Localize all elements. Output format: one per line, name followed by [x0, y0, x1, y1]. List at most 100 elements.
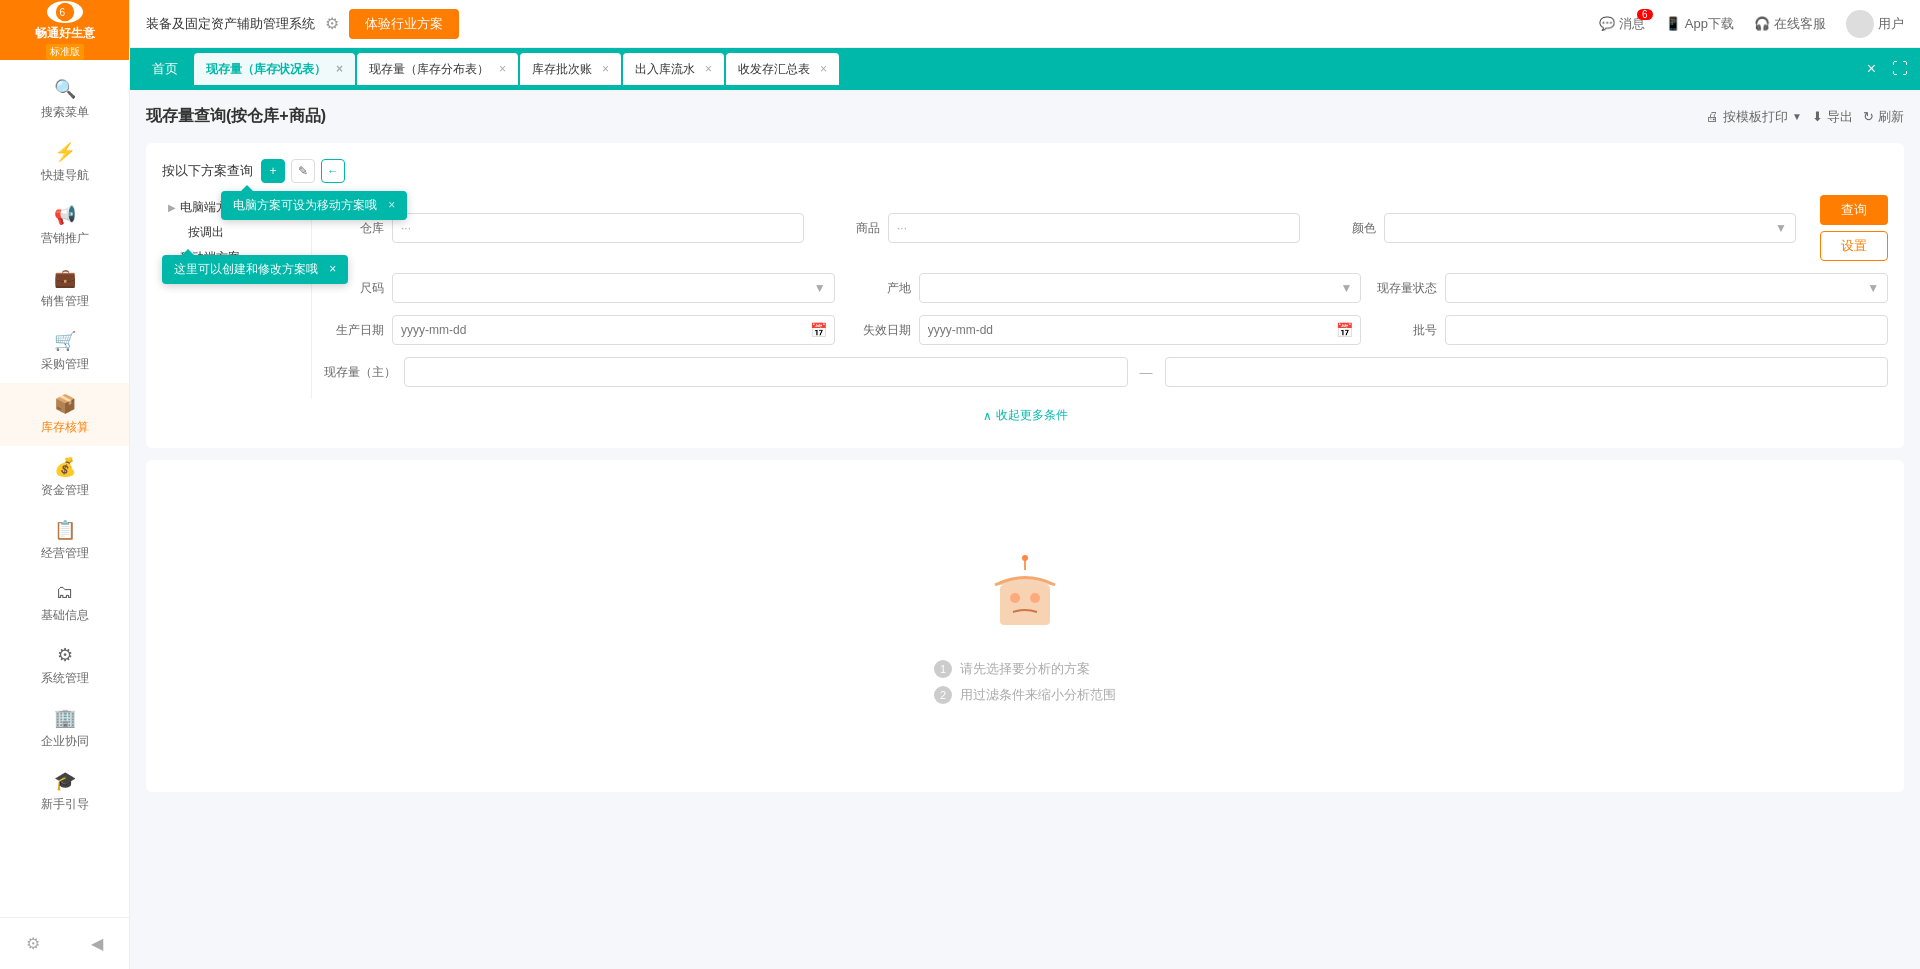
tab-summary[interactable]: 收发存汇总表 × — [726, 53, 839, 85]
app-download-btn[interactable]: 📱 App下载 — [1665, 15, 1734, 33]
search-icon: 🔍 — [54, 78, 76, 100]
sidebar-item-guide[interactable]: 🎓 新手引导 — [0, 760, 129, 823]
expand-btn[interactable]: ⛶ — [1888, 56, 1912, 82]
form-row-4: 现存量（主） — — [324, 357, 1888, 387]
tab-batch-ledger-close[interactable]: × — [602, 62, 609, 76]
stock-status-select[interactable]: ▼ — [1445, 273, 1888, 303]
sidebar-bottom: ⚙ ◀ — [0, 917, 129, 969]
stock-status-arrow: ▼ — [1867, 281, 1879, 295]
system-name: 装备及固定资产辅助管理系统 — [146, 15, 315, 33]
app-tag: 标准版 — [46, 44, 84, 60]
scheme-section: ▶ 电脑端方案 按调出 ▶ 移动端方案 这里可以创建和修改方案哦 — [162, 195, 312, 399]
sidebar-item-finance[interactable]: 💰 资金管理 — [0, 446, 129, 509]
stock-main-max-input[interactable] — [1165, 357, 1889, 387]
warehouse-more: ··· — [401, 221, 411, 235]
scheme-create-tooltip-close[interactable]: × — [329, 262, 336, 276]
collapse-sidebar-btn[interactable]: ◀ — [85, 928, 109, 959]
tab-inventory-dist-close[interactable]: × — [499, 62, 506, 76]
refresh-btn[interactable]: ↻ 刷新 — [1863, 108, 1904, 126]
tab-flow[interactable]: 出入库流水 × — [623, 53, 724, 85]
sidebar-item-quick[interactable]: ⚡ 快捷导航 — [0, 131, 129, 194]
settings-bottom-btn[interactable]: ⚙ — [20, 928, 46, 959]
settings-btn[interactable]: 设置 — [1820, 231, 1888, 261]
sidebar-item-base[interactable]: 🗂 基础信息 — [0, 572, 129, 634]
tabbar-right: × ⛶ — [1863, 56, 1912, 82]
trial-btn[interactable]: 体验行业方案 — [349, 9, 459, 39]
add-scheme-btn[interactable]: + — [261, 159, 285, 183]
form-row-2: 尺码 ▼ 产地 ▼ — [324, 273, 1888, 303]
app-name: 畅通好生意 — [35, 25, 95, 42]
color-select[interactable]: ▼ — [1384, 213, 1796, 243]
tab-batch-ledger[interactable]: 库存批次账 × — [520, 53, 621, 85]
home-tab[interactable]: 首页 — [138, 53, 192, 85]
collapse-icon: ∧ — [983, 409, 992, 423]
sidebar: 6 畅通好生意 标准版 🔍 搜索菜单 ⚡ 快捷导航 📢 营销推广 💼 销售管理 … — [0, 0, 130, 969]
close-all-tabs-btn[interactable]: × — [1863, 56, 1880, 82]
tab-inventory-status-close[interactable]: × — [336, 62, 343, 76]
sidebar-item-system[interactable]: ⚙ 系统管理 — [0, 634, 129, 697]
empty-icon — [975, 540, 1075, 640]
sidebar-nav: 🔍 搜索菜单 ⚡ 快捷导航 📢 营销推广 💼 销售管理 🛒 采购管理 📦 库存核… — [0, 60, 129, 917]
export-btn[interactable]: ⬇ 导出 — [1812, 108, 1853, 126]
message-icon: 💬 — [1599, 16, 1615, 31]
warehouse-select[interactable]: ··· — [392, 213, 804, 243]
stock-status-label: 现存量状态 — [1377, 280, 1437, 297]
origin-select[interactable]: ▼ — [919, 273, 1362, 303]
expiry-date-field: 失效日期 📅 — [851, 315, 1362, 345]
sidebar-item-enterprise[interactable]: 🏢 企业协同 — [0, 697, 129, 760]
step-2-text: 用过滤条件来缩小分析范围 — [960, 686, 1116, 704]
back-btn[interactable]: ← — [321, 159, 345, 183]
empty-state: 1 请先选择要分析的方案 2 用过滤条件来缩小分析范围 — [146, 460, 1904, 792]
stock-main-min-input[interactable] — [404, 357, 1128, 387]
search-header-actions: + 电脑方案可设为移动方案哦 × ✎ ← — [261, 159, 345, 183]
sidebar-item-search[interactable]: 🔍 搜索菜单 — [0, 68, 129, 131]
scheme-sub-item[interactable]: 按调出 — [182, 220, 301, 245]
tab-inventory-status-label: 现存量（库存状况表） — [206, 61, 326, 78]
product-select[interactable]: ··· — [888, 213, 1300, 243]
production-date-input[interactable] — [392, 315, 835, 345]
expiry-date-wrap: 📅 — [919, 315, 1362, 345]
enterprise-icon: 🏢 — [54, 707, 76, 729]
tab-summary-label: 收发存汇总表 — [738, 61, 810, 78]
logo-icon: 6 — [47, 1, 83, 23]
sidebar-item-operations[interactable]: 📋 经营管理 — [0, 509, 129, 572]
batch-input[interactable] — [1445, 315, 1888, 345]
color-label: 颜色 — [1316, 220, 1376, 237]
form-row-1: 仓库 ··· 商品 ··· — [324, 195, 1888, 261]
finance-icon: 💰 — [54, 456, 76, 478]
print-arrow-icon: ▼ — [1792, 111, 1802, 122]
svg-rect-2 — [1000, 585, 1050, 625]
sidebar-item-marketing[interactable]: 📢 营销推广 — [0, 194, 129, 257]
user-btn[interactable]: 用户 — [1846, 10, 1904, 38]
size-arrow: ▼ — [814, 281, 826, 295]
pc-scheme-tooltip-close[interactable]: × — [388, 198, 395, 212]
user-label: 用户 — [1878, 15, 1904, 33]
sidebar-item-purchase[interactable]: 🛒 采购管理 — [0, 320, 129, 383]
expiry-date-input[interactable] — [919, 315, 1362, 345]
size-select[interactable]: ▼ — [392, 273, 835, 303]
avatar — [1846, 10, 1874, 38]
online-service-btn[interactable]: 🎧 在线客服 — [1754, 15, 1826, 33]
edit-scheme-btn[interactable]: ✎ — [291, 159, 315, 183]
gear-icon[interactable]: ⚙ — [325, 14, 339, 33]
tab-flow-close[interactable]: × — [705, 62, 712, 76]
product-label: 商品 — [820, 220, 880, 237]
svg-point-3 — [1010, 593, 1020, 603]
tab-inventory-status[interactable]: 现存量（库存状况表） × — [194, 53, 355, 85]
message-btn[interactable]: 💬 消息 6 — [1599, 15, 1645, 33]
sidebar-item-sales[interactable]: 💼 销售管理 — [0, 257, 129, 320]
sidebar-item-inventory[interactable]: 📦 库存核算 — [0, 383, 129, 446]
pc-scheme-sub: 按调出 — [162, 220, 301, 245]
tab-summary-close[interactable]: × — [820, 62, 827, 76]
collapse-bar[interactable]: ∧ 收起更多条件 — [162, 399, 1888, 432]
scheme-create-tooltip: 这里可以创建和修改方案哦 × — [162, 255, 348, 284]
pc-scheme-tooltip: 电脑方案可设为移动方案哦 × — [221, 191, 407, 220]
step-2-num: 2 — [934, 686, 952, 704]
search-body: ▶ 电脑端方案 按调出 ▶ 移动端方案 这里可以创建和修改方案哦 — [162, 195, 1888, 399]
service-label: 在线客服 — [1774, 15, 1826, 33]
tab-inventory-dist[interactable]: 现存量（库存分布表） × — [357, 53, 518, 85]
query-btn[interactable]: 查询 — [1820, 195, 1888, 225]
app-icon: 📱 — [1665, 16, 1681, 31]
print-template-btn[interactable]: 🖨 按模板打印 ▼ — [1706, 108, 1802, 126]
tab-flow-label: 出入库流水 — [635, 61, 695, 78]
